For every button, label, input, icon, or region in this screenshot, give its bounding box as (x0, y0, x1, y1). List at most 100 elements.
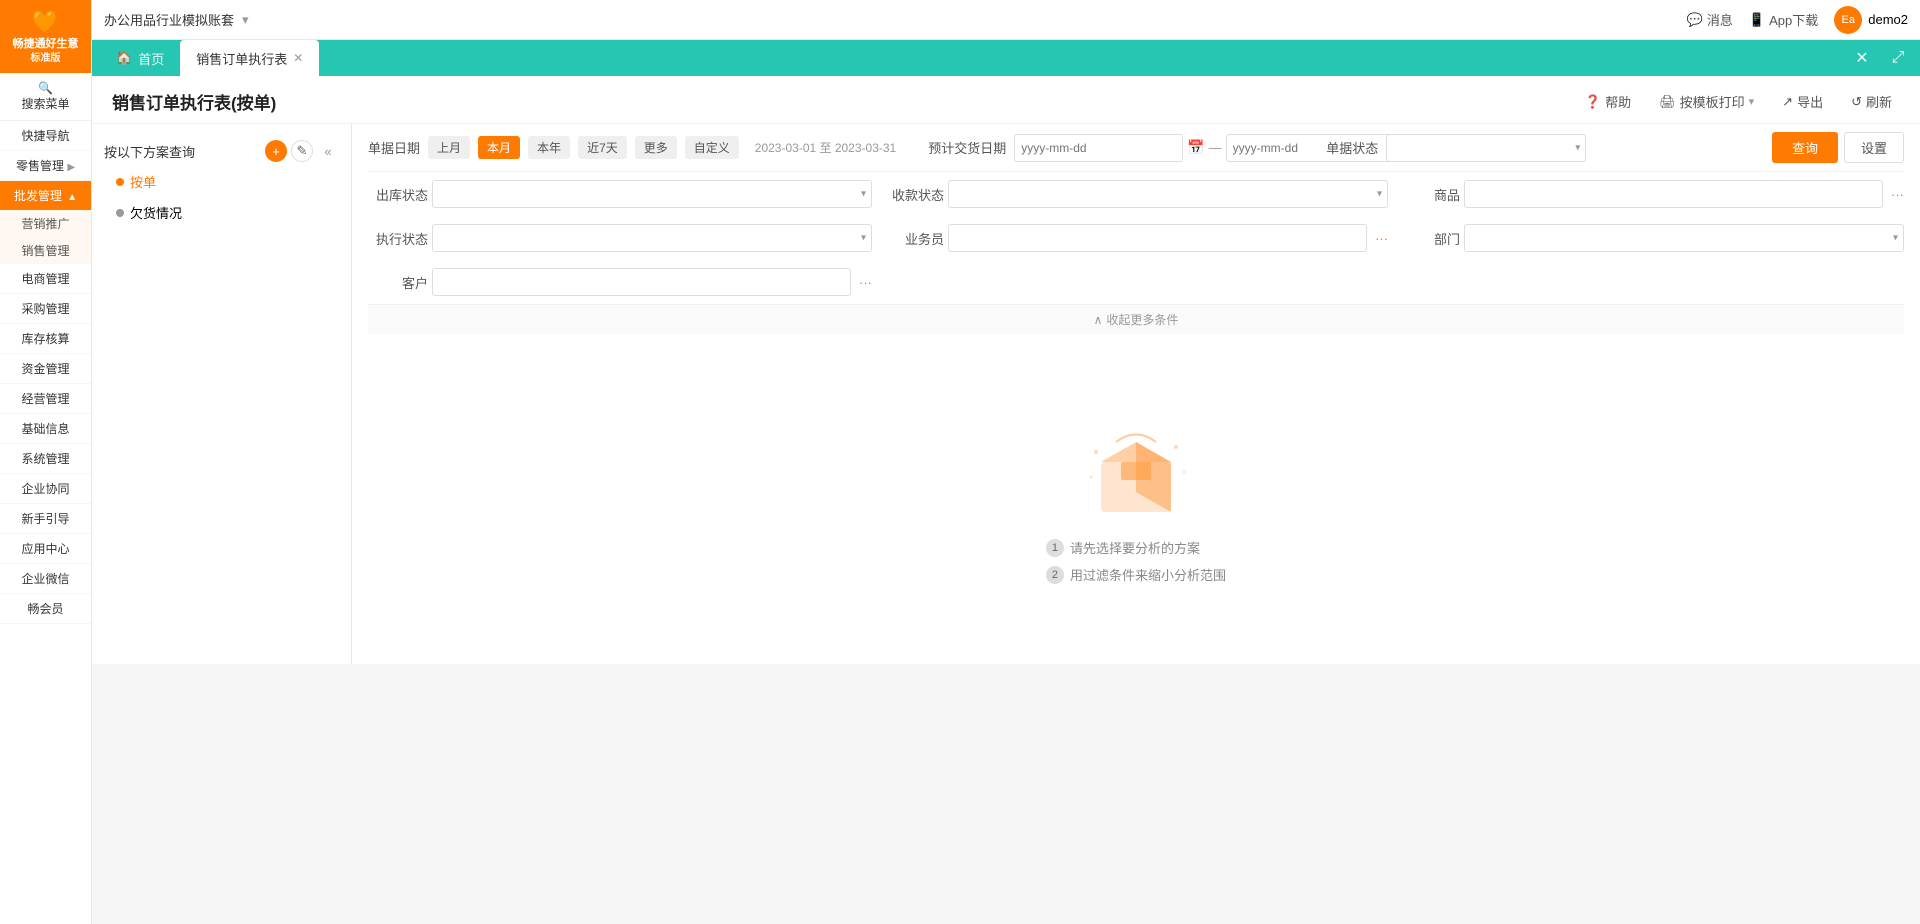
expand-icon: ⤢ (1892, 49, 1905, 67)
print-dropdown-icon[interactable]: ▾ (1749, 95, 1755, 108)
sidebar-item-ecommerce[interactable]: 电商管理 (0, 264, 91, 294)
sidebar-item-finance[interactable]: 资金管理 (0, 354, 91, 384)
sidebar-item-basics[interactable]: 基础信息 (0, 414, 91, 444)
search-icon: 🔍 (38, 81, 53, 95)
date-btn-last-month[interactable]: 上月 (428, 136, 470, 159)
message-button[interactable]: 💬 消息 (1687, 10, 1733, 29)
order-status-label: 单据状态 (1326, 138, 1378, 157)
settings-button[interactable]: 设置 (1844, 132, 1904, 163)
delivery-date-start[interactable] (1014, 134, 1183, 162)
export-icon: ↗ (1782, 94, 1793, 110)
goods-more-icon[interactable]: ··· (1891, 187, 1904, 202)
sidebar-item-retail[interactable]: 零售管理 ▶ (0, 151, 91, 181)
execution-status-select[interactable] (432, 224, 872, 252)
salesperson-field: 业务员 ··· (884, 224, 1388, 252)
delivery-status-select-wrapper: ▾ (432, 180, 872, 208)
print-icon: 🖨 (1659, 94, 1676, 110)
collapse-panel-button[interactable]: « (317, 140, 339, 162)
avatar: Ea (1834, 6, 1862, 34)
tip-num-1: 1 (1046, 539, 1064, 557)
tab-sales-exec[interactable]: 销售订单执行表 ✕ (180, 40, 319, 76)
print-button[interactable]: 🖨 按模板打印 ▾ (1651, 88, 1762, 115)
plan-item-by-order[interactable]: 按单 (92, 166, 351, 197)
date-btn-this-year[interactable]: 本年 (528, 136, 570, 159)
help-button[interactable]: ❓ 帮助 (1577, 88, 1639, 115)
dept-select-wrapper: ▾ (1464, 224, 1904, 252)
sidebar-item-quick-nav[interactable]: 快捷导航 (0, 121, 91, 151)
page-header-actions: ❓ 帮助 🖨 按模板打印 ▾ ↗ 导出 ↺ 刷新 (1577, 88, 1900, 115)
plan-section-header: 按以下方案查询 + ✎ « (92, 136, 351, 166)
sidebar-item-newbie[interactable]: 新手引导 (0, 504, 91, 534)
filter-row-2: 出库状态 ▾ 收款状态 ▾ (368, 172, 1904, 216)
calendar-icon-start[interactable]: 📅 (1187, 139, 1204, 156)
tabbar: 🏠 首页 销售订单执行表 ✕ ✕ ⤢ (92, 40, 1920, 76)
delivery-status-select[interactable] (432, 180, 872, 208)
execution-status-label: 执行状态 (368, 229, 428, 248)
delivery-status-field: 出库状态 ▾ (368, 180, 872, 208)
close-icon: ✕ (1855, 48, 1868, 68)
customer-more-icon[interactable]: ··· (859, 275, 872, 290)
date-range-text: 2023-03-01 至 2023-03-31 (755, 139, 896, 156)
payment-status-select-wrapper: ▾ (948, 180, 1388, 208)
refresh-icon: ↺ (1851, 94, 1862, 110)
dept-select[interactable] (1464, 224, 1904, 252)
app-logo[interactable]: 🧡 畅捷通好生意 标准版 (0, 0, 91, 73)
plan-item-by-debt[interactable]: 欠货情况 (92, 197, 351, 228)
plan-section-icons: + ✎ « (265, 140, 339, 162)
user-profile[interactable]: Ea demo2 (1834, 6, 1908, 34)
date-btn-last-7[interactable]: 近7天 (578, 136, 627, 159)
sidebar-item-system[interactable]: 系统管理 (0, 444, 91, 474)
date-filter-row: 单据日期 上月 本月 本年 近7天 更多 自定义 2023-03-01 至 20… (368, 124, 1904, 172)
salesperson-input[interactable] (948, 224, 1367, 252)
expected-delivery-label: 预计交货日期 (928, 138, 1006, 157)
logo-icon: 🧡 (4, 8, 87, 37)
payment-status-select[interactable] (948, 180, 1388, 208)
empty-tips: 1 请先选择要分析的方案 2 用过滤条件来缩小分析范围 (1046, 538, 1226, 584)
salesperson-label: 业务员 (884, 229, 944, 248)
sidebar-item-operations[interactable]: 经营管理 (0, 384, 91, 414)
date-separator: — (1209, 140, 1222, 155)
topbar-left: 办公用品行业模拟账套 ▾ (104, 10, 249, 29)
sidebar-item-enterprise[interactable]: 企业协同 (0, 474, 91, 504)
main-content: 按以下方案查询 + ✎ « 按单 (92, 124, 1920, 664)
topbar-dropdown-icon[interactable]: ▾ (242, 12, 249, 28)
sidebar-item-search-menu[interactable]: 🔍 搜索菜单 (0, 73, 91, 121)
goods-input[interactable] (1464, 180, 1883, 208)
sidebar-item-enterprise-wx[interactable]: 企业微信 (0, 564, 91, 594)
sidebar-item-inventory[interactable]: 库存核算 (0, 324, 91, 354)
sidebar-item-purchase[interactable]: 采购管理 (0, 294, 91, 324)
sidebar-sub-sales[interactable]: 销售管理 (0, 237, 91, 264)
sidebar-item-member[interactable]: 畅会员 (0, 594, 91, 624)
goods-field: 商品 ··· (1400, 180, 1904, 208)
order-status-select[interactable] (1386, 134, 1586, 162)
tab-close-icon[interactable]: ✕ (293, 51, 303, 65)
execution-status-select-wrapper: ▾ (432, 224, 872, 252)
date-btn-this-month[interactable]: 本月 (478, 136, 520, 159)
sidebar-sub-marketing[interactable]: 营销推广 (0, 210, 91, 237)
add-plan-button[interactable]: + (265, 140, 287, 162)
sidebar: 🧡 畅捷通好生意 标准版 🔍 搜索菜单 快捷导航 零售管理 ▶ 批发管理 ▲ 营… (0, 0, 92, 924)
close-window-button[interactable]: ✕ (1848, 44, 1876, 72)
tip-num-2: 2 (1046, 566, 1064, 584)
chevron-right-icon: ▶ (67, 162, 75, 173)
salesperson-more-icon[interactable]: ··· (1375, 231, 1388, 246)
sidebar-item-app-center[interactable]: 应用中心 (0, 534, 91, 564)
expand-button[interactable]: ⤢ (1884, 44, 1912, 72)
date-btn-more[interactable]: 更多 (635, 136, 677, 159)
filter-row-4: 客户 ··· (368, 260, 1904, 304)
user-name: demo2 (1868, 12, 1908, 27)
search-button[interactable]: 查询 (1772, 132, 1838, 163)
customer-input[interactable] (432, 268, 851, 296)
refresh-button[interactable]: ↺ 刷新 (1843, 88, 1900, 115)
collapse-bar[interactable]: ∧ 收起更多条件 (368, 304, 1904, 334)
date-btn-custom[interactable]: 自定义 (685, 136, 739, 159)
message-icon: 💬 (1687, 12, 1703, 28)
left-panel: 按以下方案查询 + ✎ « 按单 (92, 124, 352, 664)
edit-plan-button[interactable]: ✎ (291, 140, 313, 162)
export-button[interactable]: ↗ 导出 (1774, 88, 1831, 115)
app-download-button[interactable]: 📱 App下载 (1749, 10, 1818, 29)
chevron-up-icon: ▲ (67, 192, 77, 203)
delivery-status-label: 出库状态 (368, 185, 428, 204)
tab-home[interactable]: 🏠 首页 (100, 40, 180, 76)
sidebar-item-wholesale[interactable]: 批发管理 ▲ (0, 181, 91, 210)
